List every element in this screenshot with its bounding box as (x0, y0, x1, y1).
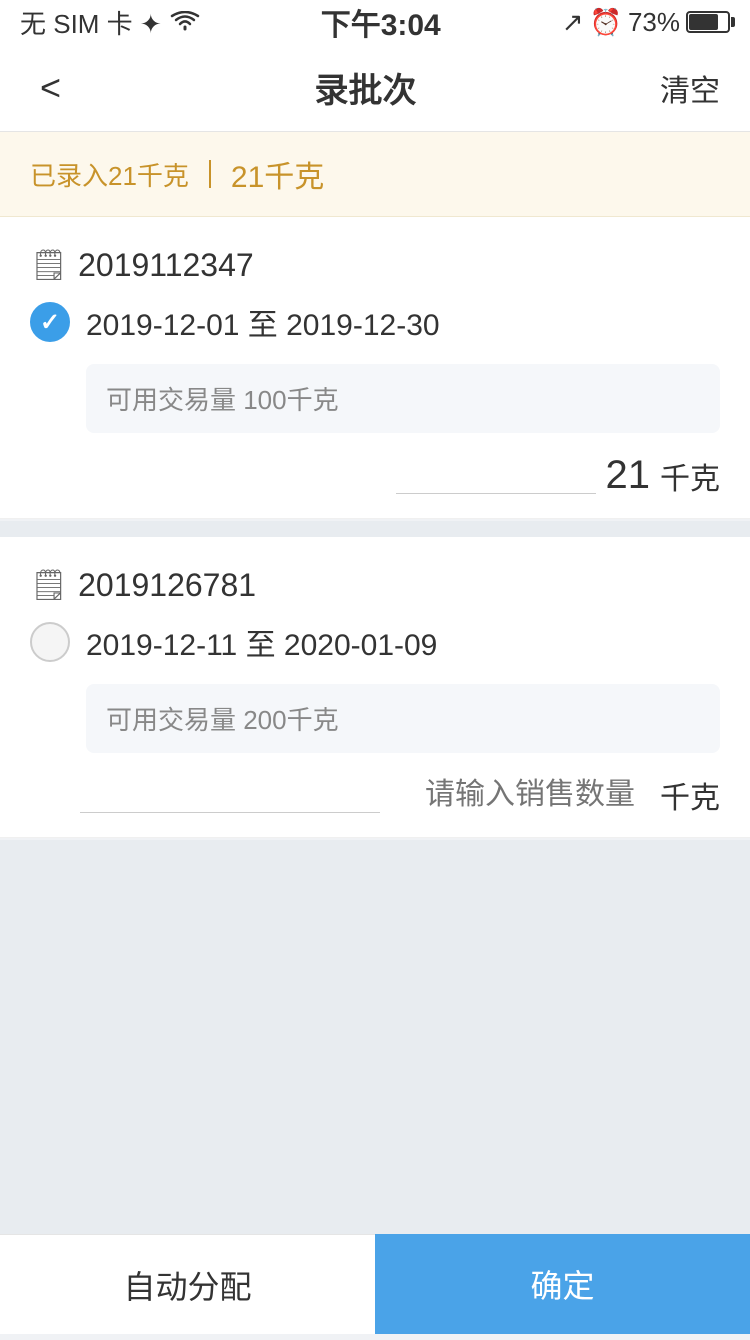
batch-1-unit: 千克 (660, 454, 720, 498)
status-bar: 无 SIM 卡 ✦ 下午3:04 ↗ ⏰ 73% (0, 0, 750, 44)
info-divider (209, 160, 211, 188)
batch-2-date: 2019-12-11 至 2020-01-09 (86, 620, 437, 664)
batch-1-date: 2019-12-01 至 2019-12-30 (86, 300, 440, 344)
battery-icon (686, 11, 730, 33)
status-right: ↗ ⏰ 73% (562, 7, 730, 38)
batch-2-date-row[interactable]: 2019-12-11 至 2020-01-09 (30, 620, 720, 664)
sim-label: 无 SIM 卡 ✦ (20, 4, 162, 41)
batch-1-id: 2019112347 (78, 247, 254, 284)
batch-2-quantity-input[interactable] (390, 778, 650, 812)
batch-1-item: 🗒 2019112347 2019-12-01 至 2019-12-30 可用交… (0, 217, 750, 433)
batch-2-id: 2019126781 (78, 567, 256, 604)
info-value: 21千克 (231, 152, 324, 196)
bottom-bar: 自动分配 确定 (0, 1234, 750, 1334)
battery-percent: 73% (628, 7, 680, 38)
batch-1-date-row[interactable]: 2019-12-01 至 2019-12-30 (30, 300, 720, 344)
arrow-icon: ↗ (562, 7, 584, 38)
confirm-button[interactable]: 确定 (375, 1234, 750, 1334)
batch-1-quantity-line (396, 493, 596, 494)
section-divider (0, 521, 750, 537)
time-label: 下午3:04 (321, 0, 441, 44)
batch-1-header: 🗒 2019112347 (30, 247, 720, 284)
batch-2-icon: 🗒 (30, 568, 68, 603)
batch-1-quantity-row: 21 千克 (0, 433, 750, 519)
empty-area (0, 840, 750, 1240)
batch-2-input-underline (80, 812, 380, 813)
info-banner: 已录入21千克 21千克 (0, 132, 750, 217)
batch-2-radio[interactable] (30, 622, 70, 662)
batch-1-available: 可用交易量 100千克 (86, 364, 720, 433)
batch-2-available: 可用交易量 200千克 (86, 684, 720, 753)
batch-1-quantity-value[interactable]: 21 (606, 453, 651, 498)
batch-2-item: 🗒 2019126781 2019-12-11 至 2020-01-09 可用交… (0, 537, 750, 753)
batch-1-card: 🗒 2019112347 2019-12-01 至 2019-12-30 可用交… (0, 217, 750, 519)
batch-2-input-row: 千克 (0, 753, 750, 838)
page-title: 录批次 (315, 63, 417, 112)
auto-distribute-button[interactable]: 自动分配 (0, 1234, 375, 1334)
batch-1-radio[interactable] (30, 302, 70, 342)
clear-button[interactable]: 清空 (660, 66, 720, 110)
back-button[interactable]: < (30, 57, 71, 119)
batch-2-card: 🗒 2019126781 2019-12-11 至 2020-01-09 可用交… (0, 537, 750, 838)
batch-1-icon: 🗒 (30, 248, 68, 283)
nav-bar: < 录批次 清空 (0, 44, 750, 132)
batch-2-unit: 千克 (660, 773, 720, 817)
clock-icon: ⏰ (590, 7, 622, 38)
batch-2-header: 🗒 2019126781 (30, 567, 720, 604)
wifi-icon (170, 11, 200, 33)
info-label: 已录入21千克 (30, 156, 189, 193)
status-left: 无 SIM 卡 ✦ (20, 4, 200, 41)
